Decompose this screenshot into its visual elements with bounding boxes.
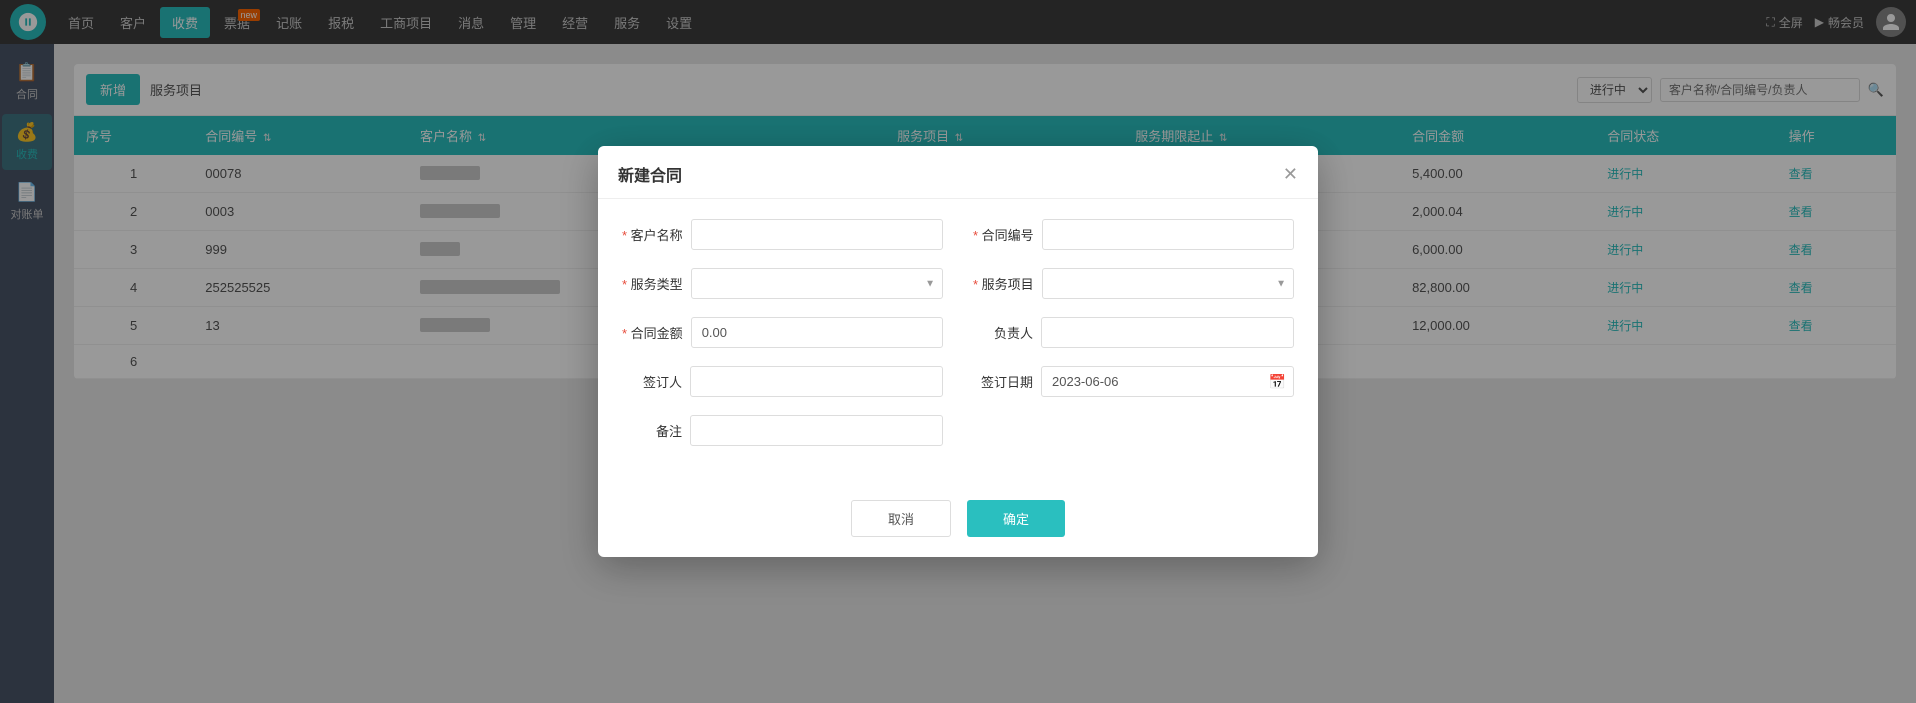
sign-date-input[interactable] [1041,366,1294,397]
contract-no-label: 合同编号 [973,225,1034,244]
modal-header: 新建合同 ✕ [598,146,1318,199]
sign-date-label: 签订日期 [973,372,1033,391]
new-contract-modal: 新建合同 ✕ 客户名称 合同编号 服务类型 [598,146,1318,557]
form-group-sign-date: 签订日期 📅 [973,366,1294,397]
service-item-select[interactable] [1042,268,1294,299]
modal-footer: 取消 确定 [598,484,1318,557]
remark-label: 备注 [622,421,682,440]
customer-name-label: 客户名称 [622,225,683,244]
service-item-label: 服务项目 [973,274,1034,293]
calendar-icon[interactable]: 📅 [1269,373,1286,390]
service-item-select-wrapper: ▼ [1042,268,1294,299]
modal-body: 客户名称 合同编号 服务类型 ▼ [598,199,1318,484]
responsible-label: 负责人 [973,323,1033,342]
form-group-amount: 合同金额 [622,317,943,348]
form-group-signer: 签订人 [622,366,943,397]
contract-no-input[interactable] [1042,219,1294,250]
signer-label: 签订人 [622,372,682,391]
form-group-responsible: 负责人 [973,317,1294,348]
form-row-1: 客户名称 合同编号 [622,219,1294,250]
confirm-button[interactable]: 确定 [967,500,1065,537]
form-group-remark: 备注 [622,415,943,446]
service-type-select[interactable] [691,268,943,299]
contract-amount-label: 合同金额 [622,323,683,342]
service-type-select-wrapper: ▼ [691,268,943,299]
contract-amount-input[interactable] [691,317,943,348]
form-row-3: 合同金额 负责人 [622,317,1294,348]
customer-name-input[interactable] [691,219,943,250]
modal-overlay: 新建合同 ✕ 客户名称 合同编号 服务类型 [0,0,1916,703]
form-row-2: 服务类型 ▼ 服务项目 ▼ [622,268,1294,299]
form-group-customer: 客户名称 [622,219,943,250]
form-group-service-type: 服务类型 ▼ [622,268,943,299]
responsible-input[interactable] [1041,317,1294,348]
form-row-5: 备注 [622,415,1294,446]
form-row-4: 签订人 签订日期 📅 [622,366,1294,397]
signer-input[interactable] [690,366,943,397]
modal-close-button[interactable]: ✕ [1283,165,1298,183]
modal-title: 新建合同 [618,162,682,186]
service-type-label: 服务类型 [622,274,683,293]
form-group-service-item: 服务项目 ▼ [973,268,1294,299]
remark-input[interactable] [690,415,943,446]
cancel-button[interactable]: 取消 [851,500,951,537]
sign-date-wrapper: 📅 [1041,366,1294,397]
form-group-contract-no: 合同编号 [973,219,1294,250]
